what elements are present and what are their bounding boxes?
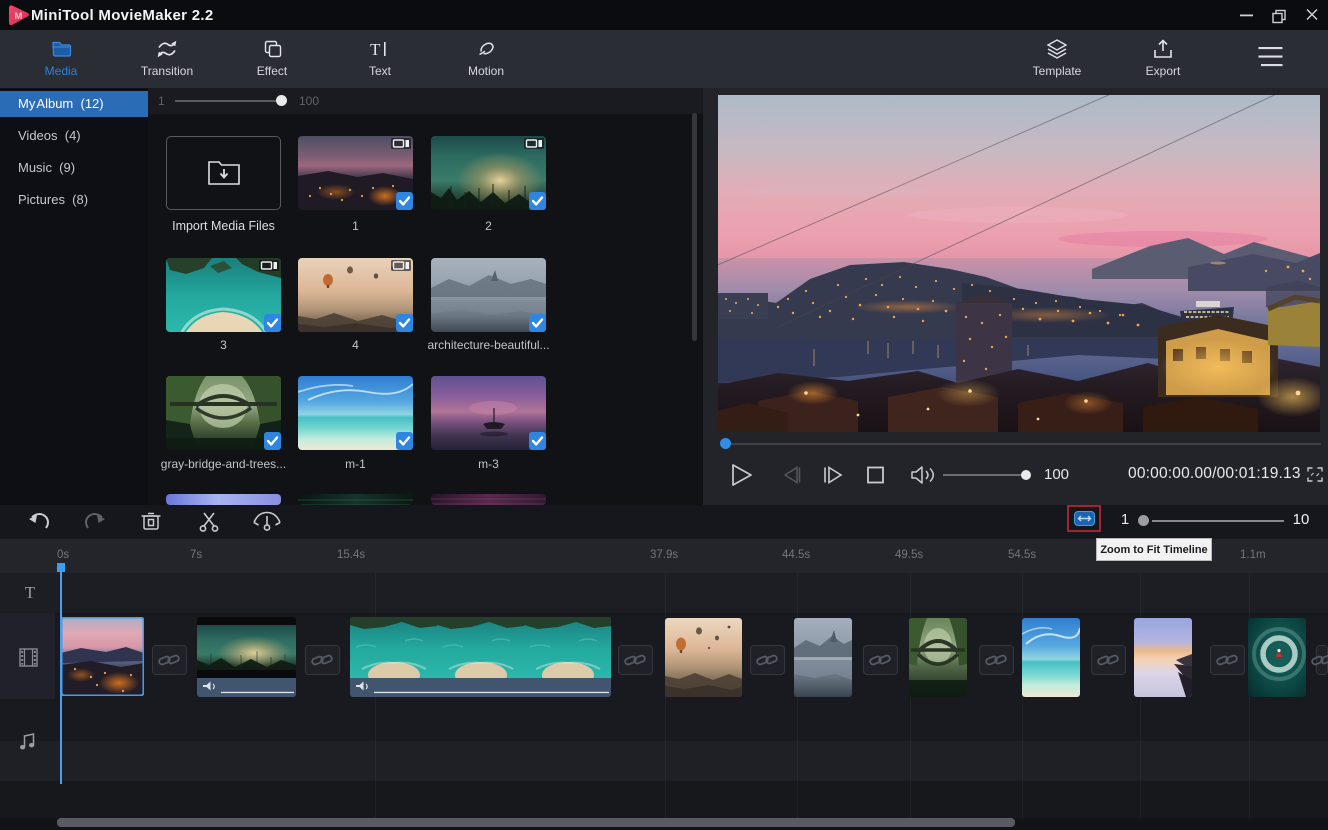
svg-text:T: T [370, 40, 381, 59]
svg-text:M: M [15, 11, 23, 22]
